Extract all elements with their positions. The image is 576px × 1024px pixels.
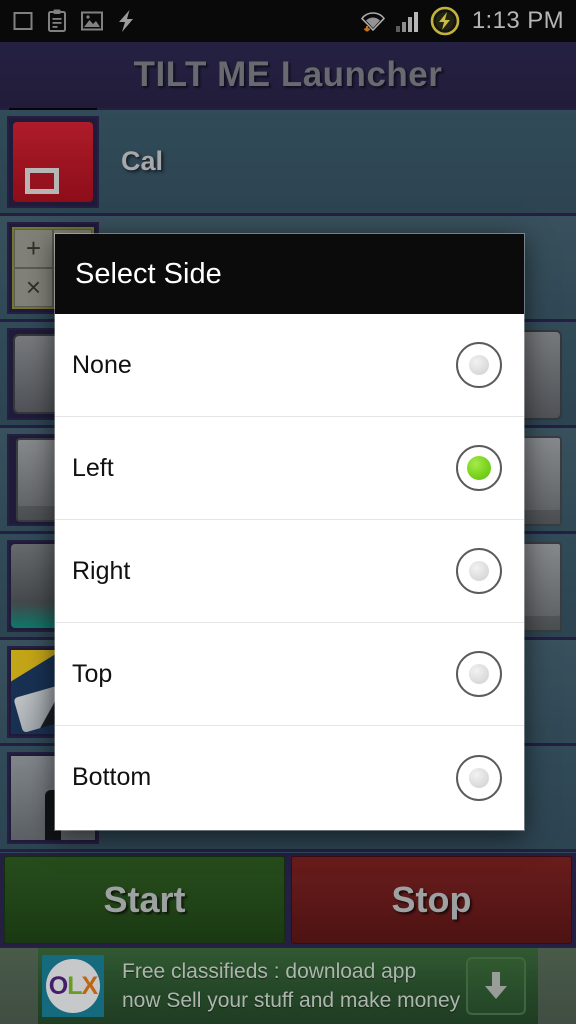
option-label: Left <box>72 453 114 482</box>
option-label: Right <box>72 556 131 585</box>
option-left[interactable]: Left <box>55 417 524 520</box>
dialog-title: Select Side <box>75 257 222 290</box>
radio-bottom[interactable] <box>456 754 502 801</box>
dialog-header: Select Side <box>55 234 524 314</box>
option-none[interactable]: None <box>55 314 524 417</box>
phone-screen: 1:13 PM TILT ME Launcher Cal +−×÷ Ca <box>0 0 576 1024</box>
option-label: Top <box>72 659 113 688</box>
radio-top[interactable] <box>456 651 502 697</box>
option-bottom[interactable]: Bottom <box>55 726 524 829</box>
radio-right[interactable] <box>456 548 502 594</box>
dialog-options-list: None Left Right Top Bottom <box>55 314 524 829</box>
radio-left[interactable] <box>456 445 502 491</box>
radio-none[interactable] <box>456 342 502 388</box>
option-label: None <box>72 350 132 379</box>
option-top[interactable]: Top <box>55 623 524 726</box>
option-right[interactable]: Right <box>55 520 524 623</box>
option-label: Bottom <box>72 763 152 791</box>
select-side-dialog: Select Side None Left Right Top Bottom <box>55 234 524 830</box>
